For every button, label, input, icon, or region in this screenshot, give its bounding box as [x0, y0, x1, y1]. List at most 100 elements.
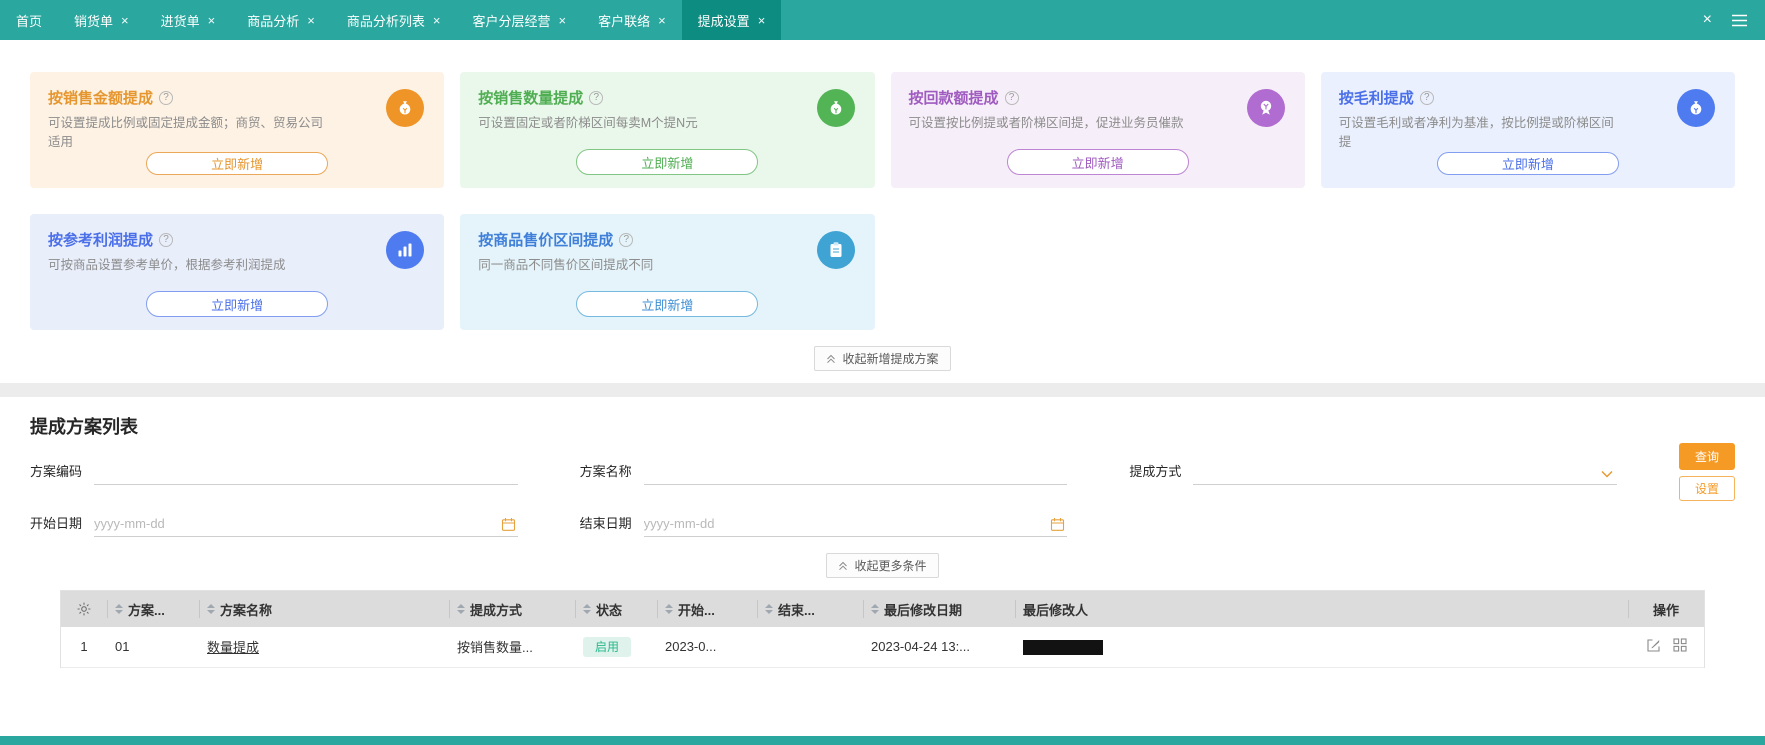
add-now-button[interactable]: 立即新增 — [1436, 151, 1619, 175]
header-label: 最后修改人 — [1023, 602, 1089, 618]
sort-icon[interactable] — [583, 604, 591, 614]
last-modified-by-cell — [1015, 627, 1628, 668]
calendar-icon[interactable] — [501, 517, 516, 532]
tab-customer-tiering[interactable]: 客户分层经营 × — [456, 0, 582, 40]
sort-icon[interactable] — [115, 604, 123, 614]
table-header-row: 方案... 方案名称 提成方式 状态 开始... 结束... 最后修改日期 最后… — [61, 591, 1704, 627]
collapse-new-plans-button[interactable]: 收起新增提成方案 — [814, 346, 951, 371]
status-badge: 启用 — [583, 636, 632, 657]
edit-icon[interactable] — [1646, 638, 1661, 653]
filter-commission-method: 提成方式 — [1129, 459, 1617, 485]
tab-commission-settings[interactable]: 提成设置 × — [681, 0, 782, 40]
header-status[interactable]: 状态 — [575, 591, 657, 627]
help-icon[interactable]: ? — [159, 90, 174, 105]
money-pouch-icon — [386, 89, 425, 127]
sort-icon[interactable] — [457, 604, 465, 614]
add-now-button[interactable]: 立即新增 — [1006, 149, 1189, 175]
header-start-date[interactable]: 开始... — [657, 591, 757, 627]
tab-close-icon[interactable]: × — [307, 14, 315, 27]
card-reference-profit-commission: 按参考利润提成 ? 可按商品设置参考单价，根据参考利润提成 立即新增 — [30, 214, 445, 330]
plan-name-label: 方案名称 — [579, 464, 632, 479]
filter-spacer — [1129, 511, 1617, 537]
card-title: 按参考利润提成 ? — [48, 229, 426, 250]
header-commission-method[interactable]: 提成方式 — [449, 591, 575, 627]
plan-table: 方案... 方案名称 提成方式 状态 开始... 结束... 最后修改日期 最后… — [60, 590, 1705, 668]
end-date-input[interactable] — [643, 511, 1068, 537]
filter-end-date: 结束日期 — [580, 511, 1068, 537]
add-now-button[interactable]: 立即新增 — [146, 151, 329, 175]
add-now-button[interactable]: 立即新增 — [576, 291, 759, 317]
money-bag-icon — [1677, 89, 1715, 127]
end-date-cell — [757, 627, 863, 668]
chevron-down-icon — [1601, 470, 1613, 478]
tab-close-icon[interactable]: × — [658, 14, 666, 27]
column-settings-header[interactable] — [61, 591, 107, 627]
header-last-modified-date[interactable]: 最后修改日期 — [863, 591, 1015, 627]
start-date-input[interactable] — [94, 511, 518, 537]
help-icon[interactable]: ? — [1419, 90, 1434, 105]
start-date-wrap — [94, 511, 518, 537]
plan-code-cell: 01 — [107, 627, 199, 668]
tab-purchase-order[interactable]: 进货单 × — [145, 0, 232, 40]
tab-close-icon[interactable]: × — [433, 14, 441, 27]
header-plan-code[interactable]: 方案... — [107, 591, 199, 627]
tab-home[interactable]: 首页 — [0, 0, 58, 40]
plan-name-link[interactable]: 数量提成 — [207, 640, 259, 655]
tab-label: 客户联络 — [598, 13, 651, 29]
add-now-button[interactable]: 立即新增 — [146, 291, 329, 317]
tab-close-icon[interactable]: × — [121, 14, 129, 27]
tab-label: 进货单 — [160, 13, 200, 29]
gear-icon[interactable] — [76, 601, 92, 617]
close-all-tabs-icon[interactable]: × — [1703, 12, 1712, 28]
plan-name-input[interactable] — [643, 459, 1068, 485]
help-icon[interactable]: ? — [619, 232, 634, 247]
tab-close-icon[interactable]: × — [558, 14, 566, 27]
commission-type-cards: 按销售金额提成 ? 可设置提成比例或固定提成金额；商贸、贸易公司适用 立即新增 … — [30, 72, 1735, 330]
money-pouch-icon — [816, 89, 855, 127]
sort-icon[interactable] — [871, 604, 879, 614]
header-label: 方案... — [128, 602, 165, 618]
add-now-button[interactable]: 立即新增 — [576, 149, 759, 175]
tab-sales-order[interactable]: 销货单 × — [58, 0, 145, 40]
header-plan-name[interactable]: 方案名称 — [199, 591, 449, 627]
status-cell: 启用 — [575, 627, 657, 668]
plan-code-label: 方案编码 — [30, 464, 83, 479]
grid-icon[interactable] — [1672, 638, 1687, 652]
settings-button[interactable]: 设置 — [1678, 476, 1735, 501]
tab-bar: 首页 销货单 × 进货单 × 商品分析 × 商品分析列表 × 客户分层经营 × … — [0, 0, 1765, 40]
sort-icon[interactable] — [765, 604, 773, 614]
calendar-icon[interactable] — [1050, 517, 1065, 532]
tab-product-analysis[interactable]: 商品分析 × — [231, 0, 331, 40]
help-icon[interactable]: ? — [589, 90, 604, 105]
collapse-more-conditions-label: 收起更多条件 — [854, 559, 927, 573]
card-description: 可按商品设置参考单价，根据参考利润提成 — [48, 258, 286, 272]
card-description: 可设置毛利或者净利为基准，按比例提或阶梯区间提 — [1338, 116, 1614, 149]
tab-bar-actions: × — [1703, 0, 1765, 40]
card-payment-received-commission: 按回款额提成 ? 可设置按比例提或者阶梯区间提，促进业务员催款 立即新增 — [890, 72, 1305, 188]
sort-icon[interactable] — [207, 604, 215, 614]
tab-label: 客户分层经营 — [472, 13, 551, 29]
commission-method-select[interactable] — [1193, 459, 1617, 485]
last-modified-date-cell: 2023-04-24 13:... — [863, 627, 1015, 668]
sort-icon[interactable] — [665, 604, 673, 614]
card-title: 按回款额提成 ? — [909, 87, 1287, 108]
filter-form: 方案编码 方案名称 提成方式 开始日期 结束日期 — [30, 459, 1617, 537]
card-title: 按销售数量提成 ? — [478, 87, 856, 108]
tab-close-icon[interactable]: × — [208, 14, 216, 27]
query-button[interactable]: 查询 — [1678, 443, 1735, 470]
help-icon[interactable]: ? — [159, 232, 174, 247]
plan-code-input[interactable] — [94, 459, 518, 485]
tab-close-icon[interactable]: × — [758, 14, 766, 27]
collapse-more-conditions-button[interactable]: 收起更多条件 — [826, 553, 939, 578]
row-index-cell: 1 — [61, 627, 107, 668]
card-description: 可设置按比例提或者阶梯区间提，促进业务员催款 — [908, 116, 1184, 130]
coin-badge-icon — [1246, 89, 1285, 127]
header-last-modified-by: 最后修改人 — [1015, 591, 1628, 627]
tab-product-analysis-list[interactable]: 商品分析列表 × — [331, 0, 457, 40]
tab-menu-icon[interactable] — [1732, 14, 1747, 27]
tab-customer-contact[interactable]: 客户联络 × — [582, 0, 682, 40]
help-icon[interactable]: ? — [1004, 90, 1019, 105]
header-end-date[interactable]: 结束... — [757, 591, 863, 627]
card-description: 可设置固定或者阶梯区间每卖M个提N元 — [478, 116, 698, 130]
redacted-modified-by — [1023, 639, 1103, 655]
